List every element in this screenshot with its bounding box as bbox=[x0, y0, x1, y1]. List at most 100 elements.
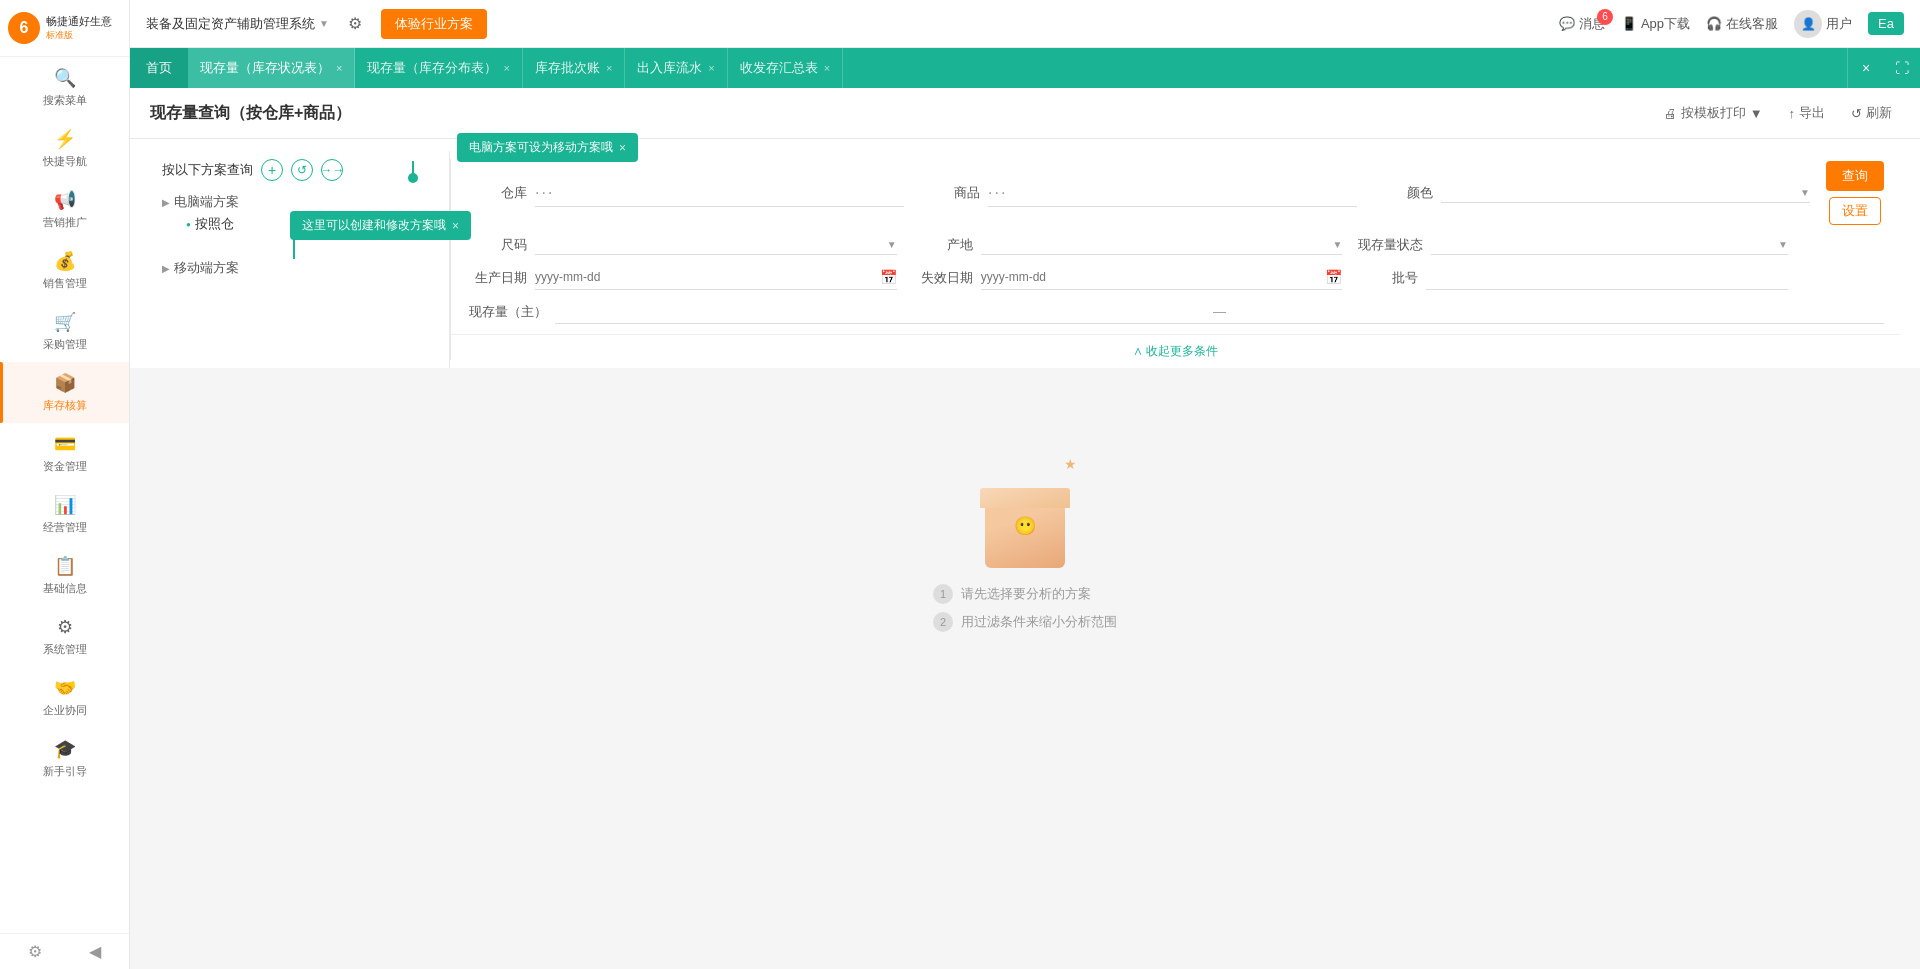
size-selector[interactable]: ▼ bbox=[535, 235, 897, 255]
expiry-date-input[interactable] bbox=[981, 270, 1322, 284]
messages-btn[interactable]: 💬 消息 6 bbox=[1559, 15, 1605, 33]
system-icon: ⚙ bbox=[57, 616, 73, 638]
production-date-input[interactable] bbox=[535, 270, 876, 284]
tab-inventory-dist-close[interactable]: × bbox=[503, 62, 509, 74]
production-date-picker[interactable]: 📅 bbox=[535, 265, 897, 290]
sidebar-item-guide[interactable]: 🎓 新手引导 bbox=[0, 728, 129, 789]
sidebar-item-search-menu[interactable]: 🔍 搜索菜单 bbox=[0, 57, 129, 118]
sidebar-item-label: 经营管理 bbox=[43, 520, 87, 535]
sidebar: 6 畅捷通好生意 标准版 🔍 搜索菜单 ⚡ 快捷导航 📢 营销推广 💰 销售管理… bbox=[0, 0, 130, 969]
expiry-date-picker[interactable]: 📅 bbox=[981, 265, 1343, 290]
export-icon: ↑ bbox=[1789, 106, 1796, 121]
gear-button[interactable]: ⚙ bbox=[341, 10, 369, 38]
warehouse-selector[interactable]: ··· bbox=[535, 180, 904, 207]
filter-refresh-btn[interactable]: ↺ bbox=[291, 159, 313, 181]
header-left: 装备及固定资产辅助管理系统 ▼ ⚙ 体验行业方案 bbox=[146, 9, 487, 39]
collapse-bar[interactable]: ∧ 收起更多条件 bbox=[451, 334, 1900, 368]
expiry-calendar-icon[interactable]: 📅 bbox=[1325, 269, 1342, 285]
desktop-branch-expand-icon[interactable]: ▶ bbox=[162, 197, 170, 208]
online-support-btn[interactable]: 🎧 在线客服 bbox=[1706, 15, 1778, 33]
system-selector[interactable]: 装备及固定资产辅助管理系统 ▼ bbox=[146, 15, 329, 33]
origin-selector[interactable]: ▼ bbox=[981, 235, 1343, 255]
sidebar-item-operation[interactable]: 📊 经营管理 bbox=[0, 484, 129, 545]
tab-batch-account-close[interactable]: × bbox=[606, 62, 612, 74]
stock-main-from-input[interactable] bbox=[555, 304, 1209, 319]
print-chevron-icon: ▼ bbox=[1750, 106, 1763, 121]
tab-inventory-status[interactable]: 现存量（库存状况表） × bbox=[188, 48, 355, 88]
tab-close-all-btn[interactable]: × bbox=[1848, 48, 1884, 88]
tab-batch-account-label: 库存批次账 bbox=[535, 59, 600, 77]
tab-in-out-flow[interactable]: 出入库流水 × bbox=[625, 48, 727, 88]
purchase-icon: 🛒 bbox=[54, 311, 76, 333]
messages-badge: 6 bbox=[1597, 9, 1613, 25]
settings-bottom-btn[interactable]: ⚙ bbox=[28, 942, 42, 961]
sidebar-item-label: 系统管理 bbox=[43, 642, 87, 657]
sidebar-item-quick-nav[interactable]: ⚡ 快捷导航 bbox=[0, 118, 129, 179]
mobile-branch-expand-icon[interactable]: ▶ bbox=[162, 263, 170, 274]
sidebar-item-purchase[interactable]: 🛒 采购管理 bbox=[0, 301, 129, 362]
connector-line-bottom bbox=[293, 239, 295, 259]
sidebar-item-label: 企业协同 bbox=[43, 703, 87, 718]
tab-inventory-dist[interactable]: 现存量（库存分布表） × bbox=[355, 48, 522, 88]
refresh-btn[interactable]: ↺ 刷新 bbox=[1843, 100, 1900, 126]
sidebar-item-basic-info[interactable]: 📋 基础信息 bbox=[0, 545, 129, 606]
sidebar-nav: 🔍 搜索菜单 ⚡ 快捷导航 📢 营销推广 💰 销售管理 🛒 采购管理 📦 库存核… bbox=[0, 57, 129, 933]
tab-inventory-status-close[interactable]: × bbox=[336, 62, 342, 74]
app-download-label: App下载 bbox=[1641, 15, 1690, 33]
sidebar-item-system[interactable]: ⚙ 系统管理 bbox=[0, 606, 129, 667]
warehouse-dots[interactable]: ··· bbox=[535, 184, 554, 202]
trial-button[interactable]: 体验行业方案 bbox=[381, 9, 487, 39]
batch-field: 批号 bbox=[1358, 266, 1788, 290]
production-calendar-icon[interactable]: 📅 bbox=[880, 269, 897, 285]
step-2-num: 2 bbox=[933, 612, 953, 632]
tab-collect-summary[interactable]: 收发存汇总表 × bbox=[728, 48, 843, 88]
stock-status-selector[interactable]: ▼ bbox=[1431, 235, 1788, 255]
tab-home[interactable]: 首页 bbox=[130, 48, 188, 88]
tooltip1-close-btn[interactable]: × bbox=[619, 141, 626, 155]
tooltip2-close-btn[interactable]: × bbox=[452, 219, 459, 233]
expand-btn[interactable]: Ea bbox=[1868, 12, 1904, 35]
tab-batch-account[interactable]: 库存批次账 × bbox=[523, 48, 625, 88]
production-date-field: 生产日期 📅 bbox=[467, 265, 897, 290]
search-button[interactable]: 查询 bbox=[1826, 161, 1884, 191]
logo-name: 畅捷通好生意 bbox=[46, 14, 112, 28]
tab-in-out-flow-close[interactable]: × bbox=[708, 62, 714, 74]
sidebar-item-sales[interactable]: 💰 销售管理 bbox=[0, 240, 129, 301]
app-download-btn[interactable]: 📱 App下载 bbox=[1621, 15, 1690, 33]
empty-steps: 1 请先选择要分析的方案 2 用过滤条件来缩小分析范围 bbox=[933, 584, 1117, 632]
step-2-text: 用过滤条件来缩小分析范围 bbox=[961, 613, 1117, 631]
print-btn[interactable]: 🖨 按模板打印 ▼ bbox=[1656, 100, 1771, 126]
tab-fullscreen-btn[interactable]: ⛶ bbox=[1884, 48, 1920, 88]
step-1-num: 1 bbox=[933, 584, 953, 604]
color-selector[interactable]: ▼ bbox=[1441, 183, 1810, 203]
expand-label: Ea bbox=[1878, 16, 1894, 31]
export-label: 导出 bbox=[1799, 104, 1825, 122]
sidebar-item-label: 采购管理 bbox=[43, 337, 87, 352]
user-area[interactable]: 👤 用户 bbox=[1794, 10, 1852, 38]
top-header: 装备及固定资产辅助管理系统 ▼ ⚙ 体验行业方案 💬 消息 6 📱 App下载 … bbox=[130, 0, 1920, 48]
settings-button[interactable]: 设置 bbox=[1829, 197, 1881, 225]
filter-add-btn[interactable]: + bbox=[261, 159, 283, 181]
sidebar-item-enterprise[interactable]: 🤝 企业协同 bbox=[0, 667, 129, 728]
system-title: 装备及固定资产辅助管理系统 bbox=[146, 15, 315, 33]
goods-dots[interactable]: ··· bbox=[988, 184, 1007, 202]
page-title: 现存量查询（按仓库+商品） bbox=[150, 103, 351, 124]
batch-label: 批号 bbox=[1358, 269, 1418, 287]
stock-main-to-input[interactable] bbox=[1230, 304, 1884, 319]
tooltip2-text: 这里可以创建和修改方案哦 bbox=[302, 217, 446, 234]
sidebar-item-finance[interactable]: 💳 资金管理 bbox=[0, 423, 129, 484]
collapse-sidebar-btn[interactable]: ◀ bbox=[89, 942, 101, 961]
sidebar-item-marketing[interactable]: 📢 营销推广 bbox=[0, 179, 129, 240]
sidebar-item-inventory[interactable]: 📦 库存核算 bbox=[0, 362, 129, 423]
batch-input[interactable] bbox=[1426, 266, 1788, 290]
tab-collect-summary-close[interactable]: × bbox=[824, 62, 830, 74]
goods-selector[interactable]: ··· bbox=[988, 180, 1357, 207]
desktop-scheme-child[interactable]: 按照仓 bbox=[195, 215, 234, 233]
phone-icon: 📱 bbox=[1621, 16, 1637, 31]
size-field: 尺码 ▼ bbox=[467, 235, 897, 255]
logo-area: 6 畅捷通好生意 标准版 bbox=[0, 0, 129, 57]
box-star-icon: ★ bbox=[1064, 456, 1077, 472]
collapse-label: 收起更多条件 bbox=[1146, 344, 1218, 358]
export-btn[interactable]: ↑ 导出 bbox=[1781, 100, 1834, 126]
filter-arrow-btn[interactable]: ←← bbox=[321, 159, 343, 181]
